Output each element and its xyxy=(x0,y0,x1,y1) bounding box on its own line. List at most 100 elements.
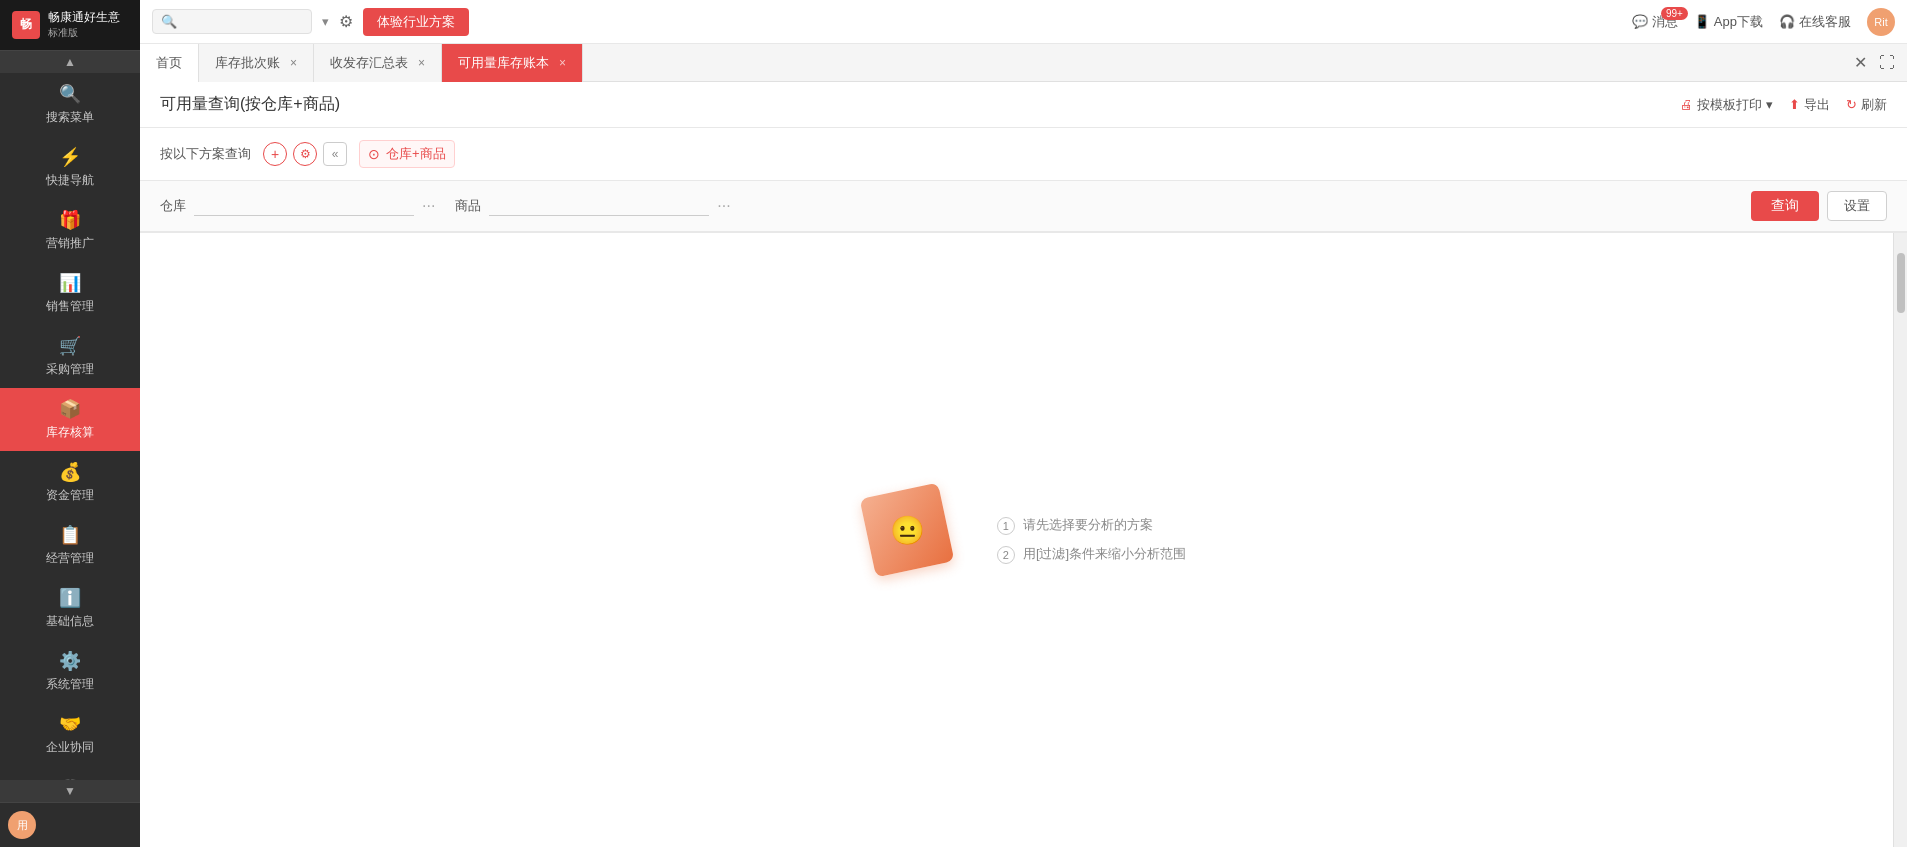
window-close-icon[interactable]: ✕ xyxy=(1850,51,1871,74)
sidebar-item-corp[interactable]: 🤝 企业协同 xyxy=(0,703,140,766)
scheme-settings-button[interactable]: ⚙ xyxy=(293,142,317,166)
query-button[interactable]: 查询 xyxy=(1751,191,1819,221)
tip-item-1: 1 请先选择要分析的方案 xyxy=(997,516,1186,535)
sidebar-item-system[interactable]: ⚙️ 系统管理 xyxy=(0,640,140,703)
service-label: 在线客服 xyxy=(1799,13,1851,31)
tip-text-1: 请先选择要分析的方案 xyxy=(1023,516,1153,534)
print-template-button[interactable]: 🖨 按模板打印 ▾ xyxy=(1680,96,1773,114)
sidebar-item-purchase[interactable]: 🛒 采购管理 xyxy=(0,325,140,388)
refresh-button[interactable]: ↻ 刷新 xyxy=(1846,96,1887,114)
sidebar-item-marketing[interactable]: 🎁 营销推广 xyxy=(0,199,140,262)
tab-summary-close-icon[interactable]: × xyxy=(418,56,425,70)
sidebar-item-search[interactable]: 🔍 搜索菜单 xyxy=(0,73,140,136)
warehouse-input[interactable] xyxy=(194,196,414,216)
tab-batch[interactable]: 库存批次账 × xyxy=(199,44,314,82)
search-input[interactable] xyxy=(183,15,283,29)
headset-icon: 🎧 xyxy=(1779,14,1795,29)
collapse-button[interactable]: « xyxy=(323,142,347,166)
online-service-button[interactable]: 🎧 在线客服 xyxy=(1779,13,1851,31)
sidebar: 畅 畅康通好生意 标准版 ▲ 🔍 搜索菜单 ⚡ 快捷导航 🎁 营销推广 📊 销售… xyxy=(0,0,140,847)
right-scrollbar[interactable] xyxy=(1893,233,1907,847)
tab-available-close-icon[interactable]: × xyxy=(559,56,566,70)
add-scheme-button[interactable]: + xyxy=(263,142,287,166)
refresh-label: 刷新 xyxy=(1861,96,1887,114)
warehouse-more-icon[interactable]: ··· xyxy=(422,197,435,215)
sidebar-scroll-up[interactable]: ▲ xyxy=(0,51,140,73)
tab-batch-label: 库存批次账 xyxy=(215,54,280,72)
export-button[interactable]: ⬆ 导出 xyxy=(1789,96,1830,114)
logo-text: 畅 xyxy=(20,16,32,33)
query-row: 按以下方案查询 + ⚙ « ⊙ 仓库+商品 xyxy=(160,140,1887,168)
message-icon: 💬 xyxy=(1632,14,1648,29)
goods-more-icon[interactable]: ··· xyxy=(717,197,730,215)
setting-button[interactable]: 设置 xyxy=(1827,191,1887,221)
tab-available-label: 可用量库存账本 xyxy=(458,54,549,72)
nav-label: 销售管理 xyxy=(46,298,94,315)
sidebar-footer[interactable]: 用 xyxy=(0,802,140,847)
tab-batch-close-icon[interactable]: × xyxy=(290,56,297,70)
app-label: App下载 xyxy=(1714,13,1763,31)
query-label: 按以下方案查询 xyxy=(160,145,251,163)
app-title: 畅康通好生意 xyxy=(48,10,120,26)
money-icon: 💰 xyxy=(59,461,81,483)
content-scroll: 😐 1 请先选择要分析的方案 2 用[过滤]条件来缩小分析范围 xyxy=(140,233,1893,847)
info-icon: ℹ️ xyxy=(59,587,81,609)
nav-label: 基础信息 xyxy=(46,613,94,630)
print-label: 按模板打印 xyxy=(1697,96,1762,114)
goods-filter-label: 商品 xyxy=(455,197,481,215)
user-profile-button[interactable]: Rit xyxy=(1867,8,1895,36)
filter-action-buttons: 查询 设置 xyxy=(1751,191,1887,221)
export-label: 导出 xyxy=(1804,96,1830,114)
tab-summary[interactable]: 收发存汇总表 × xyxy=(314,44,442,82)
nav-label: 库存核算 xyxy=(46,424,94,441)
sidebar-item-sales[interactable]: 📊 销售管理 xyxy=(0,262,140,325)
content-body: 可用量查询(按仓库+商品) 🖨 按模板打印 ▾ ⬆ 导出 ↻ 刷新 xyxy=(140,82,1907,847)
tab-home-label: 首页 xyxy=(156,54,182,72)
sidebar-item-quick[interactable]: ⚡ 快捷导航 xyxy=(0,136,140,199)
warehouse-filter-label: 仓库 xyxy=(160,197,186,215)
scrollbar-thumb[interactable] xyxy=(1897,253,1905,313)
dropdown-chevron-icon[interactable]: ▾ xyxy=(322,14,329,29)
print-dropdown-icon[interactable]: ▾ xyxy=(1766,97,1773,112)
sidebar-header: 畅 畅康通好生意 标准版 xyxy=(0,0,140,51)
app-edition: 标准版 xyxy=(48,26,120,40)
cart-icon: 🛒 xyxy=(59,335,81,357)
sidebar-scroll-down[interactable]: ▼ xyxy=(0,780,140,802)
scheme-icon: ⊙ xyxy=(368,146,380,162)
tip-text-2: 用[过滤]条件来缩小分析范围 xyxy=(1023,545,1186,563)
phone-icon: 📱 xyxy=(1694,14,1710,29)
industry-solution-button[interactable]: 体验行业方案 xyxy=(363,8,469,36)
topbar: 🔍 ▾ ⚙ 体验行业方案 💬 消息 99+ 📱 App下载 🎧 在线客服 Rit xyxy=(140,0,1907,44)
empty-state: 😐 1 请先选择要分析的方案 2 用[过滤]条件来缩小分析范围 xyxy=(140,233,1893,847)
sidebar-item-basic[interactable]: ℹ️ 基础信息 xyxy=(0,577,140,640)
app-download-button[interactable]: 📱 App下载 xyxy=(1694,13,1763,31)
tip-num-1: 1 xyxy=(997,517,1015,535)
query-section: 按以下方案查询 + ⚙ « ⊙ 仓库+商品 仓库 xyxy=(140,128,1907,233)
goods-input[interactable] xyxy=(489,196,709,216)
empty-tips: 1 请先选择要分析的方案 2 用[过滤]条件来缩小分析范围 xyxy=(997,516,1186,564)
message-button[interactable]: 💬 消息 99+ xyxy=(1632,13,1678,31)
sidebar-item-inventory[interactable]: 📦 库存核算 xyxy=(0,388,140,451)
query-area: 按以下方案查询 + ⚙ « ⊙ 仓库+商品 xyxy=(140,128,1907,181)
tip-item-2: 2 用[过滤]条件来缩小分析范围 xyxy=(997,545,1186,564)
avatar-text: Rit xyxy=(1874,16,1887,28)
search-icon: 🔍 xyxy=(59,83,81,105)
content-header: 可用量查询(按仓库+商品) 🖨 按模板打印 ▾ ⬆ 导出 ↻ 刷新 xyxy=(140,82,1907,128)
sidebar-item-finance[interactable]: 💰 资金管理 xyxy=(0,451,140,514)
topbar-right: 💬 消息 99+ 📱 App下载 🎧 在线客服 Rit xyxy=(1632,8,1895,36)
tip-num-2: 2 xyxy=(997,546,1015,564)
sidebar-item-operation[interactable]: 📋 经营管理 xyxy=(0,514,140,577)
tab-home[interactable]: 首页 xyxy=(140,44,199,82)
topbar-search-box[interactable]: 🔍 xyxy=(152,9,312,34)
tab-available[interactable]: 可用量库存账本 × xyxy=(442,44,583,82)
search-magnifier-icon: 🔍 xyxy=(161,14,177,29)
sidebar-title-block: 畅康通好生意 标准版 xyxy=(48,10,120,40)
clipboard-icon: 📋 xyxy=(59,524,81,546)
gift-icon: 🎁 xyxy=(59,209,81,231)
scheme-item[interactable]: ⊙ 仓库+商品 xyxy=(359,140,455,168)
goods-filter-group: 商品 ··· xyxy=(455,196,730,216)
window-maximize-icon[interactable]: ⛶ xyxy=(1875,52,1899,74)
topbar-gear-icon[interactable]: ⚙ xyxy=(339,12,353,31)
nav-label: 系统管理 xyxy=(46,676,94,693)
sidebar-item-newbie[interactable]: 📖 新手引导 xyxy=(0,766,140,780)
